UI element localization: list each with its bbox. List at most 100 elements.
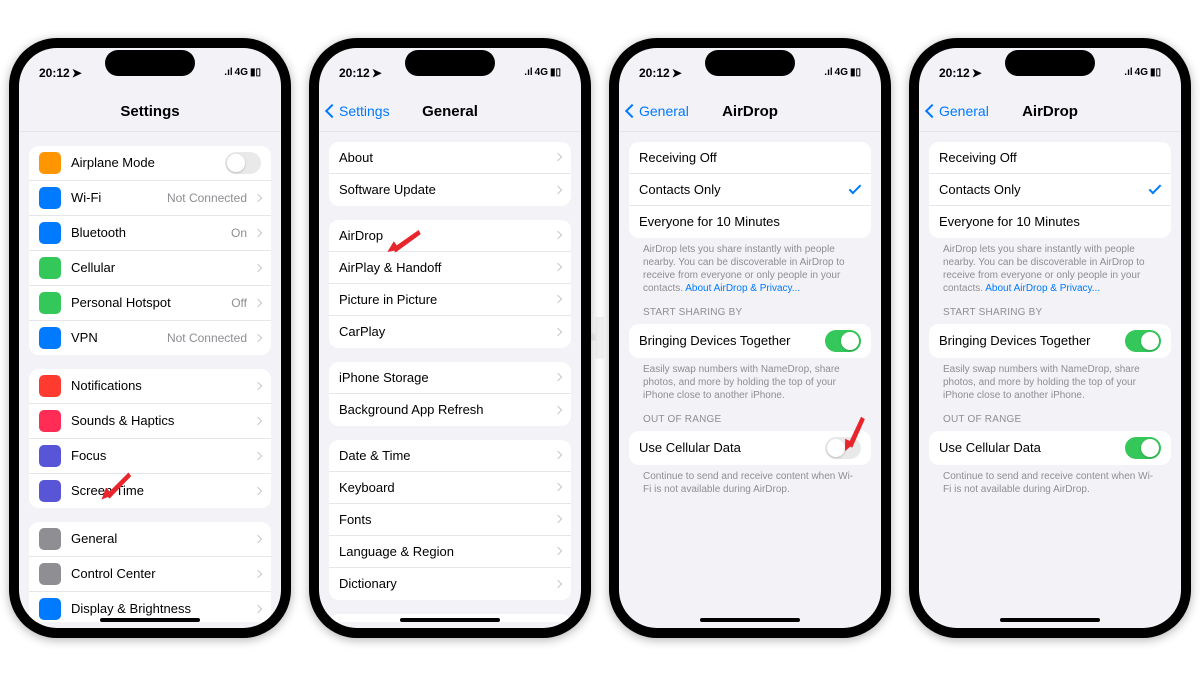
row-label: Cellular xyxy=(71,260,247,275)
airdrop-privacy-link[interactable]: About AirDrop & Privacy... xyxy=(685,283,800,294)
row-detail: Off xyxy=(231,296,247,310)
bluetooth-icon xyxy=(39,222,61,244)
settings-row[interactable]: Control Center xyxy=(29,557,271,592)
toggle[interactable] xyxy=(225,152,261,174)
row-label: Language & Region xyxy=(339,544,547,559)
nav-bar: Settings xyxy=(19,92,281,132)
chevron-icon xyxy=(554,153,562,161)
airdrop-option[interactable]: Receiving Off xyxy=(929,142,1171,174)
cellular-data-row[interactable]: Use Cellular Data xyxy=(929,431,1171,465)
row-label: Date & Time xyxy=(339,448,547,463)
section-header-sharing: Start Sharing By xyxy=(929,295,1171,322)
row-detail: Not Connected xyxy=(167,331,247,345)
location-icon: ➤ xyxy=(72,66,82,80)
airplane-icon xyxy=(39,152,61,174)
settings-row[interactable]: AirPlay & Handoff xyxy=(329,252,571,284)
settings-row[interactable]: Personal HotspotOff xyxy=(29,286,271,321)
settings-row[interactable]: Dictionary xyxy=(329,568,571,600)
settings-row[interactable]: General xyxy=(29,522,271,557)
chevron-icon xyxy=(554,231,562,239)
nav-bar: Settings General xyxy=(319,92,581,132)
bringing-devices-toggle[interactable] xyxy=(825,330,861,352)
settings-row[interactable]: Fonts xyxy=(329,504,571,536)
settings-row[interactable]: About xyxy=(329,142,571,174)
bringing-devices-row[interactable]: Bringing Devices Together xyxy=(629,324,871,358)
settings-row[interactable]: BluetoothOn xyxy=(29,216,271,251)
back-button[interactable]: Settings xyxy=(327,103,390,119)
nav-bar: General AirDrop xyxy=(619,92,881,132)
settings-row[interactable]: Sounds & Haptics xyxy=(29,404,271,439)
bringing-devices-label: Bringing Devices Together xyxy=(639,333,825,348)
cellular-icon xyxy=(39,257,61,279)
row-label: Focus xyxy=(71,448,247,463)
network-label: 4G xyxy=(835,67,848,78)
settings-row[interactable]: AirDrop xyxy=(329,220,571,252)
settings-row[interactable]: Screen Time xyxy=(29,474,271,508)
section-header-range: Out of Range xyxy=(929,402,1171,429)
settings-row[interactable]: CarPlay xyxy=(329,316,571,348)
settings-row[interactable]: Notifications xyxy=(29,369,271,404)
settings-row[interactable]: Picture in Picture xyxy=(329,284,571,316)
settings-row[interactable]: Airplane Mode xyxy=(29,146,271,181)
section-header-range: Out of Range xyxy=(629,402,871,429)
airdrop-option[interactable]: Contacts Only xyxy=(629,174,871,206)
option-label: Contacts Only xyxy=(939,182,1149,197)
settings-row[interactable]: Language & Region xyxy=(329,536,571,568)
home-indicator[interactable] xyxy=(1000,618,1100,622)
cellular-data-toggle[interactable] xyxy=(1125,437,1161,459)
airdrop-option[interactable]: Everyone for 10 Minutes xyxy=(929,206,1171,238)
dynamic-island xyxy=(705,50,795,76)
cellular-help-text: Continue to send and receive content whe… xyxy=(929,465,1171,496)
row-label: Display & Brightness xyxy=(71,601,247,616)
settings-row[interactable]: Keyboard xyxy=(329,472,571,504)
cellular-data-row[interactable]: Use Cellular Data xyxy=(629,431,871,465)
screentime-icon xyxy=(39,480,61,502)
section-header-sharing: Start Sharing By xyxy=(629,295,871,322)
wifi-icon xyxy=(39,187,61,209)
home-indicator[interactable] xyxy=(100,618,200,622)
settings-row[interactable]: Focus xyxy=(29,439,271,474)
bringing-devices-toggle[interactable] xyxy=(1125,330,1161,352)
dynamic-island xyxy=(105,50,195,76)
airdrop-option[interactable]: Receiving Off xyxy=(629,142,871,174)
chevron-icon xyxy=(554,405,562,413)
chevron-icon xyxy=(554,295,562,303)
row-label: Notifications xyxy=(71,378,247,393)
option-label: Everyone for 10 Minutes xyxy=(939,214,1161,229)
chevron-icon xyxy=(254,228,262,236)
network-label: 4G xyxy=(1135,67,1148,78)
option-label: Receiving Off xyxy=(939,150,1161,165)
back-button[interactable]: General xyxy=(927,103,989,119)
page-title: Settings xyxy=(120,103,179,120)
settings-row[interactable]: Wi-FiNot Connected xyxy=(29,181,271,216)
bringing-devices-label: Bringing Devices Together xyxy=(939,333,1125,348)
row-label: Control Center xyxy=(71,566,247,581)
airdrop-option[interactable]: Everyone for 10 Minutes xyxy=(629,206,871,238)
network-label: 4G xyxy=(235,67,248,78)
phone-frame-2: 20:12➤ .ıl 4G ▮▯ Settings General About … xyxy=(309,38,591,638)
settings-row[interactable]: VPNNot Connected xyxy=(29,321,271,355)
home-indicator[interactable] xyxy=(400,618,500,622)
settings-row[interactable]: Software Update xyxy=(329,174,571,206)
cellular-data-toggle[interactable] xyxy=(825,437,861,459)
chevron-icon xyxy=(254,604,262,612)
settings-row[interactable]: Date & Time xyxy=(329,440,571,472)
settings-row[interactable]: Cellular xyxy=(29,251,271,286)
cellular-data-label: Use Cellular Data xyxy=(639,440,825,455)
airdrop-help-text: AirDrop lets you share instantly with pe… xyxy=(929,238,1171,295)
home-indicator[interactable] xyxy=(700,618,800,622)
settings-row[interactable]: iPhone Storage xyxy=(329,362,571,394)
chevron-icon xyxy=(554,515,562,523)
back-button[interactable]: General xyxy=(627,103,689,119)
airdrop-privacy-link[interactable]: About AirDrop & Privacy... xyxy=(985,283,1100,294)
notifications-icon xyxy=(39,375,61,397)
chevron-icon xyxy=(554,483,562,491)
display-icon xyxy=(39,598,61,620)
airdrop-option[interactable]: Contacts Only xyxy=(929,174,1171,206)
bringing-devices-row[interactable]: Bringing Devices Together xyxy=(929,324,1171,358)
settings-row[interactable]: Background App Refresh xyxy=(329,394,571,426)
row-label: AirPlay & Handoff xyxy=(339,260,547,275)
chevron-icon xyxy=(554,579,562,587)
general-icon xyxy=(39,528,61,550)
status-time: 20:12 xyxy=(339,66,370,80)
